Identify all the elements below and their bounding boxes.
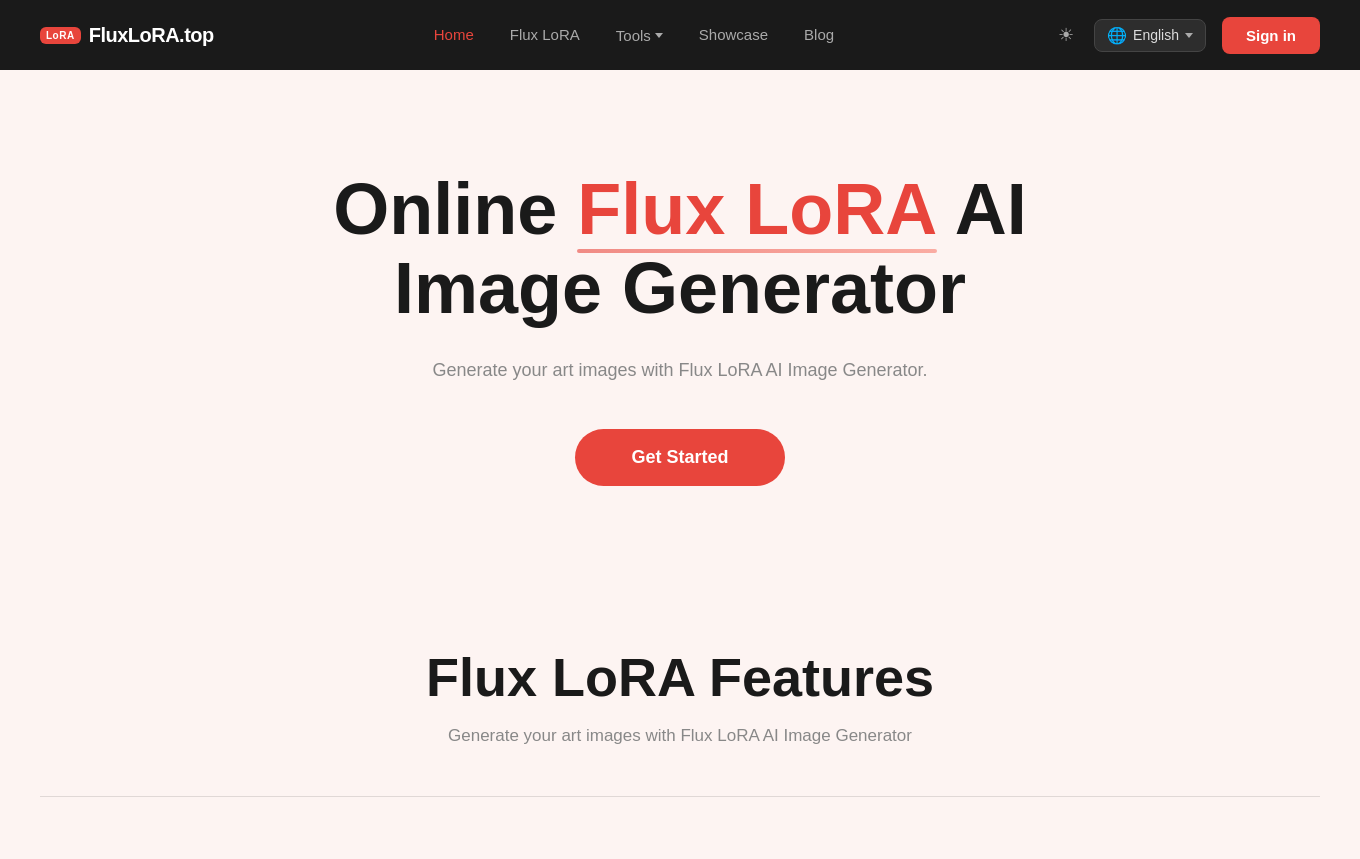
hero-subtitle: Generate your art images with Flux LoRA … xyxy=(432,356,927,385)
nav-item-showcase: Showcase xyxy=(699,26,768,44)
brand-logo[interactable]: LoRA FluxLoRA.top xyxy=(40,24,214,47)
theme-toggle-button[interactable]: ☀ xyxy=(1054,20,1078,50)
nav-item-tools: Tools xyxy=(616,27,663,44)
nav-link-tools[interactable]: Tools xyxy=(616,27,663,44)
language-selector[interactable]: 🌐 English xyxy=(1094,19,1206,52)
chevron-down-icon xyxy=(1185,33,1193,38)
language-label: English xyxy=(1133,27,1179,43)
nav-link-blog[interactable]: Blog xyxy=(804,26,834,43)
nav-right: ☀ 🌐 English Sign in xyxy=(1054,17,1320,54)
nav-link-flux-lora[interactable]: Flux LoRA xyxy=(510,26,580,43)
globe-icon: 🌐 xyxy=(1107,26,1127,45)
brand-name: FluxLoRA.top xyxy=(89,24,214,47)
features-subtitle: Generate your art images with Flux LoRA … xyxy=(40,726,1320,746)
nav-links: Home Flux LoRA Tools Showcase Blog xyxy=(434,26,834,44)
nav-item-home: Home xyxy=(434,26,474,44)
nav-link-home[interactable]: Home xyxy=(434,26,474,43)
nav-link-showcase[interactable]: Showcase xyxy=(699,26,768,43)
features-divider xyxy=(40,796,1320,797)
hero-section: Online Flux LoRA AI Image Generator Gene… xyxy=(0,70,1360,566)
signin-button[interactable]: Sign in xyxy=(1222,17,1320,54)
nav-item-flux-lora: Flux LoRA xyxy=(510,26,580,44)
features-section: Flux LoRA Features Generate your art ima… xyxy=(0,566,1360,837)
navbar: LoRA FluxLoRA.top Home Flux LoRA Tools S… xyxy=(0,0,1360,70)
nav-item-blog: Blog xyxy=(804,26,834,44)
hero-title-highlight: Flux LoRA xyxy=(577,170,937,249)
get-started-button[interactable]: Get Started xyxy=(575,429,784,486)
features-title: Flux LoRA Features xyxy=(40,646,1320,708)
hero-title-pre: Online xyxy=(333,169,577,249)
sun-icon: ☀ xyxy=(1058,24,1074,46)
chevron-down-icon xyxy=(655,33,663,38)
logo-badge: LoRA xyxy=(40,27,81,44)
hero-title: Online Flux LoRA AI Image Generator xyxy=(280,170,1080,328)
